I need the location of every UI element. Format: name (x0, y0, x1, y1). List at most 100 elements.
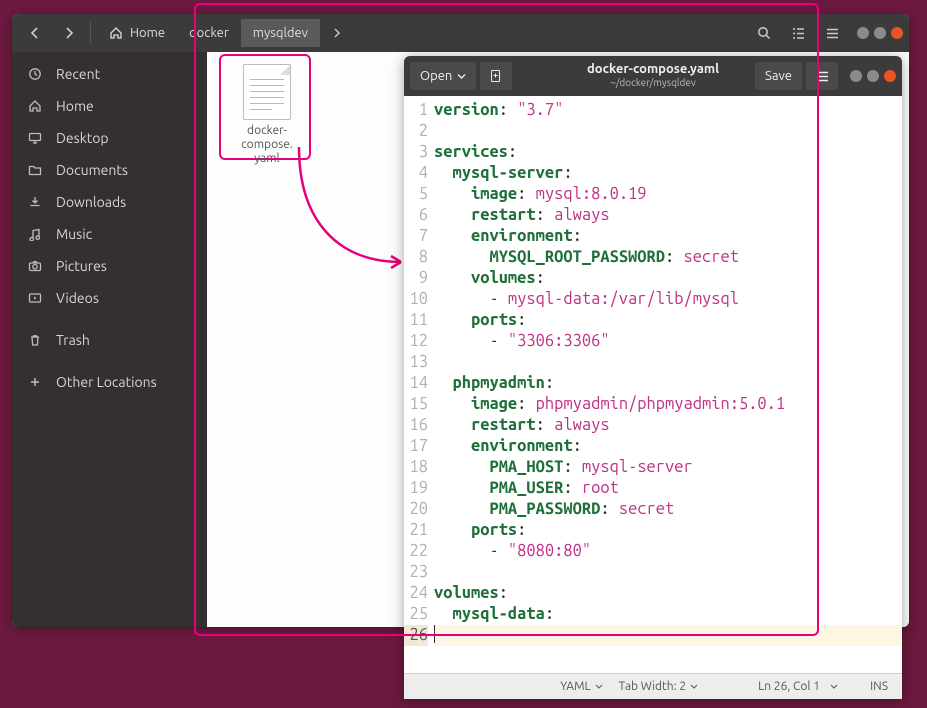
sidebar-item-music[interactable]: Music (12, 218, 207, 250)
text-editor-window: Open docker-compose.yaml ~/docker/mysqld… (404, 56, 902, 699)
line-number: 7 (404, 226, 428, 247)
line-number: 23 (404, 562, 428, 583)
line-number: 26 (404, 625, 428, 646)
search-button[interactable] (748, 19, 780, 47)
path-more-button[interactable] (321, 19, 353, 47)
sidebar-item-documents[interactable]: Documents (12, 154, 207, 186)
path-segment-docker[interactable]: docker (177, 19, 241, 47)
code-line (434, 121, 902, 142)
line-number: 19 (404, 478, 428, 499)
window-maximize[interactable] (867, 70, 879, 82)
code-line: ports: (434, 520, 902, 541)
sidebar-item-label: Desktop (56, 130, 109, 146)
separator (90, 22, 91, 44)
editor-body[interactable]: 1234567891011121314151617181920212223242… (404, 96, 902, 673)
tab-width-selector[interactable]: Tab Width: 2 (613, 680, 704, 693)
sidebar-item-label: Home (56, 98, 94, 114)
code-line: mysql-data: (434, 604, 902, 625)
sidebar-item-label: Videos (56, 290, 99, 306)
menu-icon (815, 69, 830, 84)
line-number: 17 (404, 436, 428, 457)
code-area[interactable]: version: "3.7" services: mysql-server: i… (434, 96, 902, 673)
path-segment-home[interactable]: Home (97, 19, 177, 47)
hamburger-button[interactable] (816, 19, 848, 47)
file-manager-header: Home docker mysqldev (12, 14, 909, 52)
editor-status-bar: YAML Tab Width: 2 Ln 26, Col 1 INS (404, 673, 902, 699)
code-line: services: (434, 142, 902, 163)
sidebar-item-label: Documents (56, 162, 128, 178)
code-line: environment: (434, 436, 902, 457)
line-number-gutter: 1234567891011121314151617181920212223242… (404, 96, 434, 673)
nav-forward-button[interactable] (53, 19, 85, 47)
annotation-arrow (289, 142, 419, 272)
video-icon (28, 291, 42, 305)
list-icon (791, 26, 806, 41)
sidebar-item-label: Other Locations (56, 374, 157, 390)
line-number: 25 (404, 604, 428, 625)
line-number: 15 (404, 394, 428, 415)
sidebar-item-other-locations[interactable]: Other Locations (12, 366, 207, 398)
sidebar-item-videos[interactable]: Videos (12, 282, 207, 314)
sidebar-item-label: Recent (56, 66, 100, 82)
music-icon (28, 227, 42, 241)
editor-subtitle: ~/docker/mysqldev (587, 76, 719, 90)
line-number: 8 (404, 247, 428, 268)
open-label: Open (420, 69, 452, 83)
line-number: 12 (404, 331, 428, 352)
code-line: restart: always (434, 205, 902, 226)
camera-icon (28, 259, 42, 273)
window-close[interactable] (884, 70, 896, 82)
save-button[interactable]: Save (755, 62, 802, 90)
editor-menu-button[interactable] (806, 62, 838, 90)
window-maximize[interactable] (874, 27, 886, 39)
window-close[interactable] (891, 27, 903, 39)
line-number: 3 (404, 142, 428, 163)
open-button[interactable]: Open (410, 62, 476, 90)
code-line: volumes: (434, 268, 902, 289)
code-line: - mysql-data:/var/lib/mysql (434, 289, 902, 310)
file-item[interactable]: docker- compose. yaml (229, 60, 305, 166)
sidebar-item-recent[interactable]: Recent (12, 58, 207, 90)
tab-width-label: Tab Width: 2 (619, 680, 686, 693)
folder-icon (28, 163, 42, 177)
code-line: restart: always (434, 415, 902, 436)
sidebar-item-trash[interactable]: Trash (12, 324, 207, 356)
path-segment-mysqldev[interactable]: mysqldev (241, 19, 320, 47)
clock-icon (28, 67, 42, 81)
line-number: 9 (404, 268, 428, 289)
home-icon (109, 26, 123, 40)
line-number: 20 (404, 499, 428, 520)
sidebar: Recent Home Desktop Documents Downloads … (12, 52, 207, 627)
code-line: environment: (434, 226, 902, 247)
insert-mode[interactable]: INS (864, 680, 894, 693)
sidebar-item-desktop[interactable]: Desktop (12, 122, 207, 154)
new-document-button[interactable] (480, 62, 512, 90)
line-number: 10 (404, 289, 428, 310)
window-minimize[interactable] (850, 70, 862, 82)
plus-icon (28, 375, 42, 389)
path-segment-label: mysqldev (253, 26, 308, 40)
window-minimize[interactable] (857, 27, 869, 39)
position-label: Ln 26, Col 1 (758, 680, 820, 693)
chevron-down-icon (690, 683, 698, 691)
mode-label: INS (870, 680, 888, 693)
chevron-down-icon (595, 683, 603, 691)
sidebar-item-pictures[interactable]: Pictures (12, 250, 207, 282)
chevron-down-icon (830, 683, 838, 691)
code-line: - "3306:3306" (434, 331, 902, 352)
nav-back-button[interactable] (19, 19, 51, 47)
code-line (434, 352, 902, 373)
code-line: ports: (434, 310, 902, 331)
cursor-position[interactable]: Ln 26, Col 1 (752, 680, 826, 693)
search-icon (757, 26, 772, 41)
line-number: 14 (404, 373, 428, 394)
line-number: 4 (404, 163, 428, 184)
code-line: PMA_HOST: mysql-server (434, 457, 902, 478)
sidebar-item-downloads[interactable]: Downloads (12, 186, 207, 218)
code-line: PMA_USER: root (434, 478, 902, 499)
editor-header: Open docker-compose.yaml ~/docker/mysqld… (404, 56, 902, 96)
code-line: PMA_PASSWORD: secret (434, 499, 902, 520)
view-toggle-button[interactable] (782, 19, 814, 47)
sidebar-item-home[interactable]: Home (12, 90, 207, 122)
language-selector[interactable]: YAML (554, 680, 608, 693)
